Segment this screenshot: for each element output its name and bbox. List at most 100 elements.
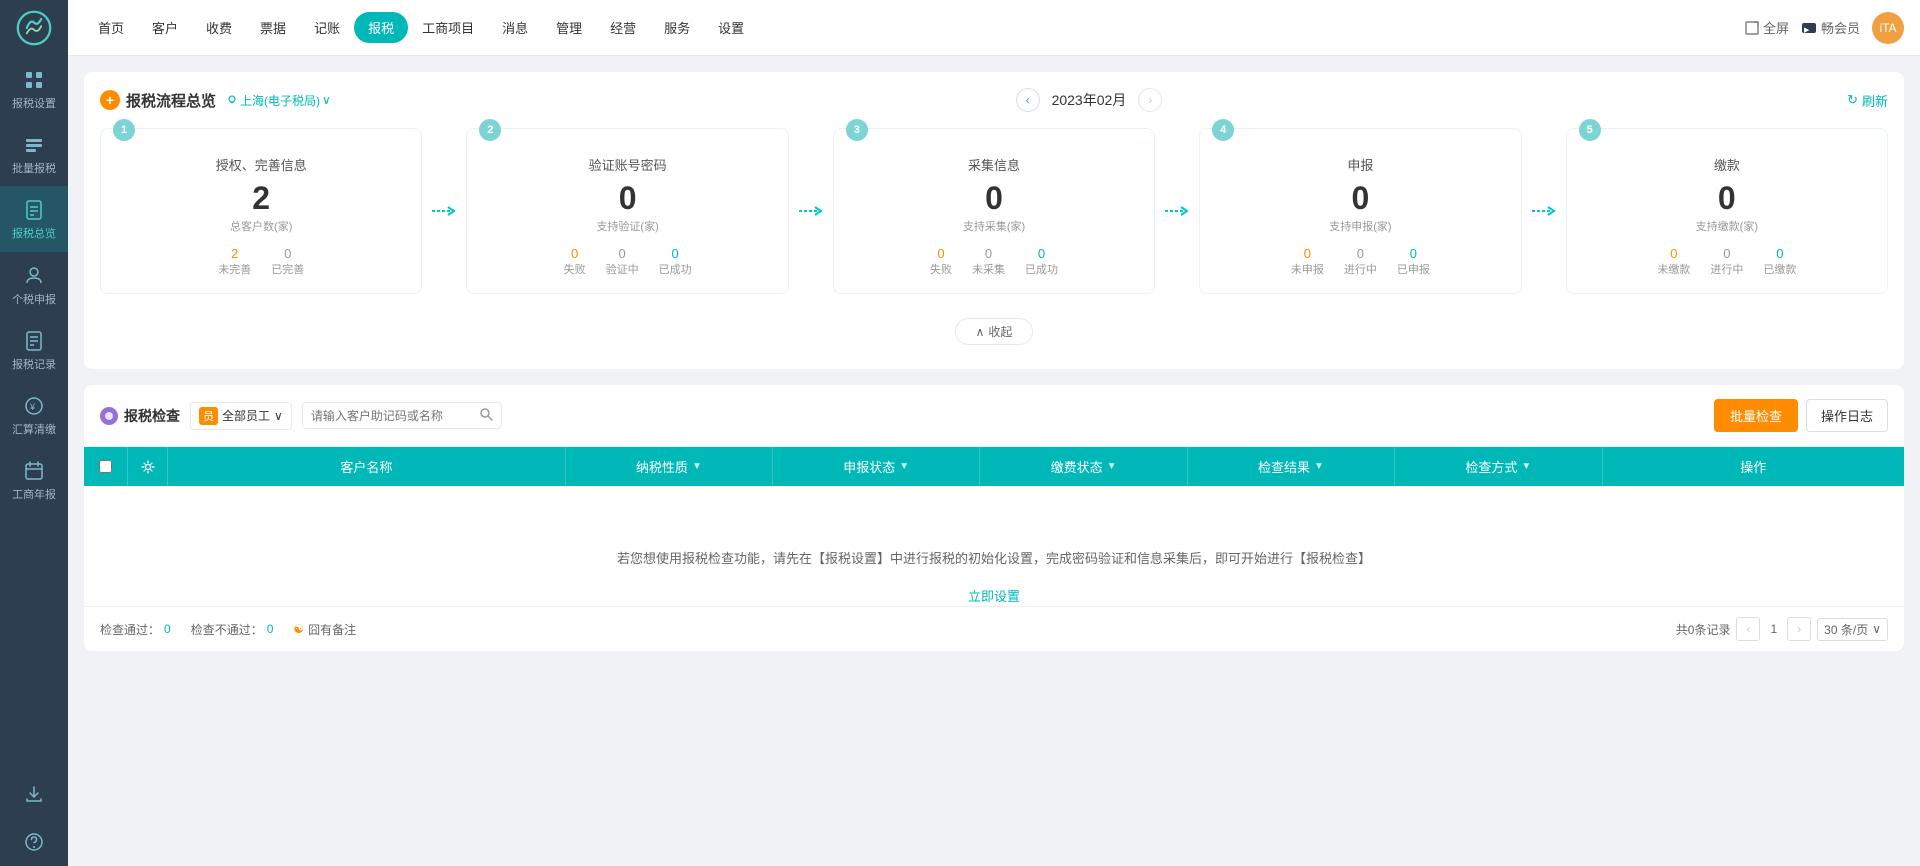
sidebar-item-annual-report[interactable]: 工商年报	[0, 447, 68, 512]
user-avatar[interactable]: iTA	[1872, 12, 1904, 44]
card-title-5: 缴款	[1583, 155, 1871, 174]
check-header: 报税检查 员 全部员工 ∨ 批量检查 操	[84, 385, 1904, 447]
nav-management[interactable]: 管理	[542, 12, 596, 43]
stat-5-0: 0 未缴款	[1657, 246, 1690, 277]
th-fee-status: 缴费状态 ▼	[980, 447, 1187, 486]
sidebar-item-batch-tax[interactable]: 批量报税	[0, 121, 68, 186]
th-client-name: 客户名称	[168, 447, 566, 486]
sidebar-item-personal-tax[interactable]: 个税申报	[0, 252, 68, 317]
card-title-2: 验证账号密码	[483, 155, 771, 174]
app-logo[interactable]	[0, 0, 68, 56]
nav-operations[interactable]: 经营	[596, 12, 650, 43]
sidebar-item-settlement[interactable]: ¥ 汇算清缴	[0, 382, 68, 447]
flow-section: + 报税流程总览 上海(电子税局) ∨ ‹ 2023年02月 › ↻	[84, 72, 1904, 369]
sidebar-item-tax-overview[interactable]: 报税总览	[0, 186, 68, 251]
collapse-btn[interactable]: ∧ 收起	[955, 318, 1034, 345]
prev-page-btn[interactable]: ‹	[1736, 617, 1760, 641]
flow-title: + 报税流程总览	[100, 90, 216, 111]
next-page-btn[interactable]: ›	[1787, 617, 1811, 641]
tax-settings-icon	[20, 66, 48, 94]
operation-log-btn[interactable]: 操作日志	[1806, 399, 1888, 432]
batch-check-btn[interactable]: 批量检查	[1714, 399, 1798, 432]
note-icon: ☯	[293, 622, 304, 636]
prev-month-btn[interactable]: ‹	[1016, 88, 1040, 112]
nav-messages[interactable]: 消息	[488, 12, 542, 43]
card-sub-4: 支持申报(家)	[1216, 218, 1504, 234]
card-stats-3: 0 失败 0 未采集 0 已成功	[850, 246, 1138, 277]
stat-1-1: 0 已完善	[271, 246, 304, 277]
table-header: 客户名称 纳税性质 ▼ 申报状态 ▼ 缴费状态 ▼	[84, 447, 1904, 486]
search-box	[302, 402, 502, 429]
card-sub-5: 支持缴款(家)	[1583, 218, 1871, 234]
content-inner: + 报税流程总览 上海(电子税局) ∨ ‹ 2023年02月 › ↻	[68, 56, 1920, 667]
card-big-num-5: 0	[1583, 182, 1871, 214]
nav-settings-top[interactable]: 设置	[704, 12, 758, 43]
stat-4-1: 0 进行中	[1344, 246, 1377, 277]
nav-home[interactable]: 首页	[84, 12, 138, 43]
card-big-num-4: 0	[1216, 182, 1504, 214]
nav-biz-projects[interactable]: 工商项目	[408, 12, 488, 43]
nav-accounting[interactable]: 记账	[300, 12, 354, 43]
card-title-1: 授权、完善信息	[117, 155, 405, 174]
sidebar-bottom	[0, 770, 68, 866]
month-navigation: ‹ 2023年02月 ›	[1016, 88, 1163, 112]
card-badge-2: 2	[479, 119, 501, 141]
nav-items: 首页 客户 收费 票据 记账 报税 工商项目 消息 管理 经营 服务 设置	[84, 12, 758, 43]
collapse-row: ∧ 收起	[100, 310, 1888, 353]
arrow-1	[422, 201, 466, 221]
search-input[interactable]	[303, 405, 471, 427]
stat-3-2: 0 已成功	[1025, 246, 1058, 277]
search-button[interactable]	[471, 403, 501, 428]
per-page-selector[interactable]: 30 条/页 ∨	[1817, 618, 1888, 641]
pass-count-link[interactable]: 0	[164, 622, 171, 636]
nav-fees[interactable]: 收费	[192, 12, 246, 43]
stat-5-1: 0 进行中	[1710, 246, 1743, 277]
main-content: + 报税流程总览 上海(电子税局) ∨ ‹ 2023年02月 › ↻	[68, 56, 1920, 866]
svg-text:¥: ¥	[29, 402, 36, 412]
card-big-num-3: 0	[850, 182, 1138, 214]
staff-filter-dropdown[interactable]: 员 全部员工 ∨	[190, 402, 292, 430]
card-badge-5: 5	[1579, 119, 1601, 141]
card-title-4: 申报	[1216, 155, 1504, 174]
card-stats-1: 2 未完善 0 已完善	[117, 246, 405, 277]
card-big-num-1: 2	[117, 182, 405, 214]
card-title-3: 采集信息	[850, 155, 1138, 174]
nav-clients[interactable]: 客户	[138, 12, 192, 43]
arrow-3	[1155, 201, 1199, 221]
flow-card-3: 3 采集信息 0 支持采集(家) 0 失败 0 未采集	[833, 128, 1155, 294]
nav-invoices[interactable]: 票据	[246, 12, 300, 43]
sidebar-item-help[interactable]	[0, 818, 68, 866]
personal-tax-icon	[20, 262, 48, 290]
card-big-num-2: 0	[483, 182, 771, 214]
empty-text: 若您想使用报税检查功能，请先在【报税设置】中进行报税的初始化设置，完成密码验证和…	[104, 546, 1884, 572]
stat-3-0: 0 失败	[930, 246, 952, 277]
batch-tax-icon	[20, 131, 48, 159]
sidebar-item-download[interactable]	[0, 770, 68, 818]
vip-btn[interactable]: ▶ 畅会员	[1801, 18, 1860, 37]
stat-2-1: 0 验证中	[606, 246, 639, 277]
select-all-checkbox[interactable]	[99, 460, 112, 473]
nav-tax[interactable]: 报税	[354, 12, 408, 43]
help-icon	[20, 828, 48, 856]
stat-2-2: 0 已成功	[659, 246, 692, 277]
flow-card-1: 1 授权、完善信息 2 总客户数(家) 2 未完善 0 已完善	[100, 128, 422, 294]
refresh-btn[interactable]: ↻ 刷新	[1847, 91, 1888, 110]
fullscreen-btn[interactable]: 全屏	[1745, 18, 1789, 37]
flow-card-5: 5 缴款 0 支持缴款(家) 0 未缴款 0 进行中	[1566, 128, 1888, 294]
location-tag[interactable]: 上海(电子税局) ∨	[226, 92, 331, 109]
sidebar-item-tax-settings[interactable]: 报税设置	[0, 56, 68, 121]
th-checkbox	[84, 447, 128, 486]
arrow-2	[789, 201, 833, 221]
th-check-method: 检查方式 ▼	[1395, 447, 1602, 486]
setup-link[interactable]: 立即设置	[968, 589, 1020, 604]
sidebar-item-tax-record[interactable]: 报税记录	[0, 317, 68, 382]
table-footer: 检查通过： 0 检查不通过： 0 ☯ 囧有备注 共0条记录 ‹ 1	[84, 606, 1904, 651]
fail-count-link[interactable]: 0	[267, 622, 274, 636]
next-month-btn[interactable]: ›	[1138, 88, 1162, 112]
card-badge-3: 3	[846, 119, 868, 141]
nav-services[interactable]: 服务	[650, 12, 704, 43]
sidebar: 报税设置 批量报税 报税总览	[0, 0, 68, 866]
pagination: 共0条记录 ‹ 1 › 30 条/页 ∨	[1676, 617, 1888, 641]
tax-record-icon	[20, 327, 48, 355]
th-declare-status: 申报状态 ▼	[773, 447, 980, 486]
